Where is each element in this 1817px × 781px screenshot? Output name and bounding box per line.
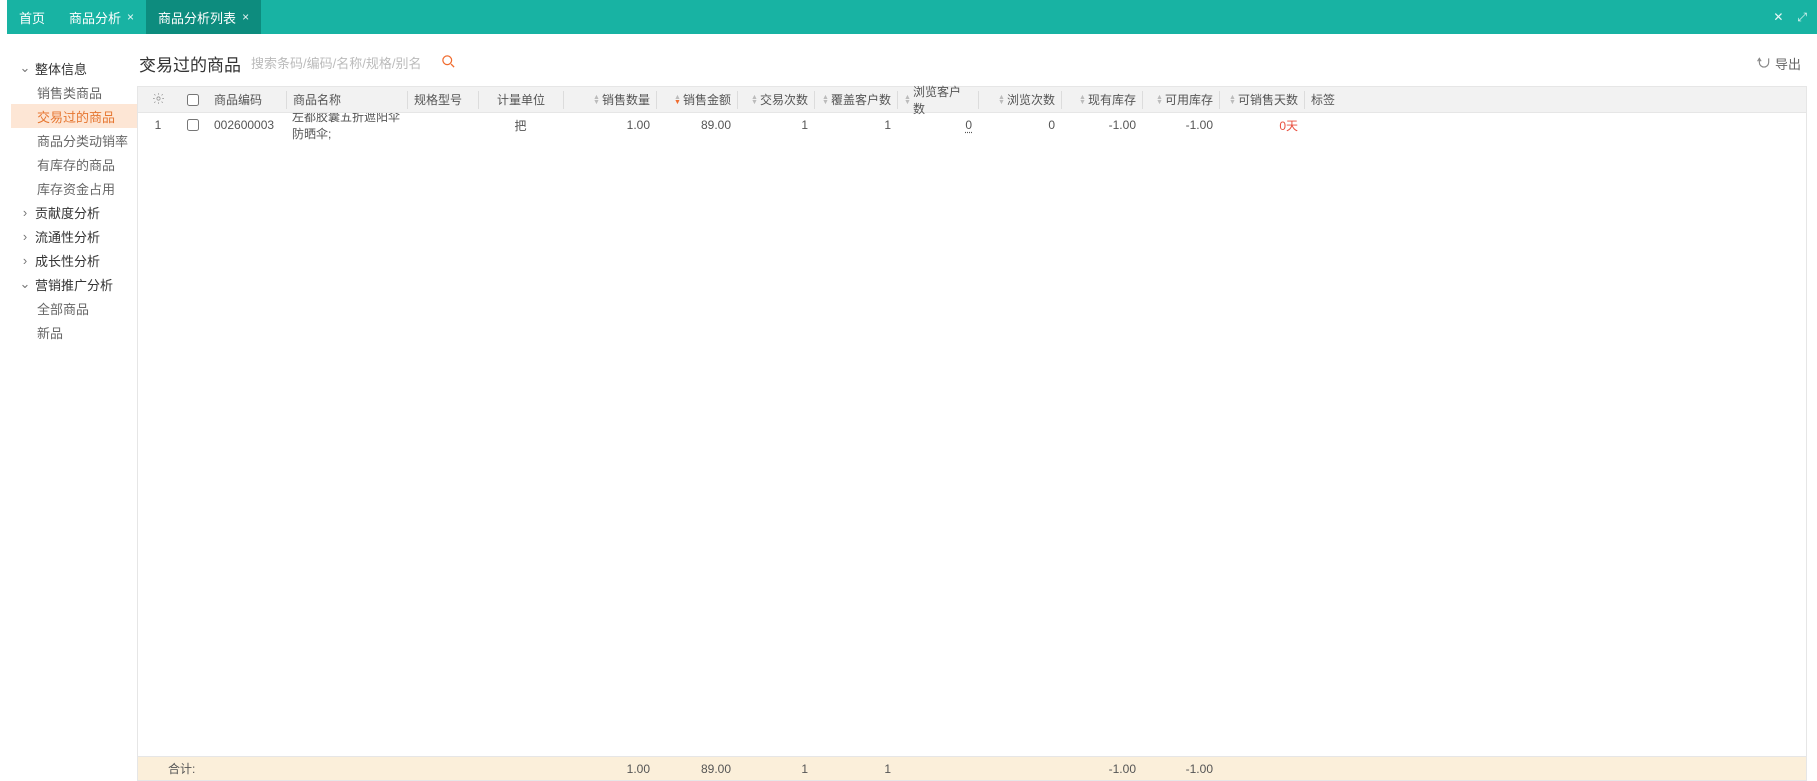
chevron-right-icon: › bbox=[19, 253, 31, 268]
cell-amt: 89.00 bbox=[656, 113, 737, 137]
fullscreen-icon[interactable]: ⤢ bbox=[1797, 10, 1809, 25]
top-tab-bar: 首页 商品分析 × 商品分析列表 × ✕ ⤢ bbox=[0, 0, 1817, 34]
search-icon[interactable] bbox=[441, 54, 456, 72]
sidebar-item-in-stock-goods[interactable]: 有库存的商品 bbox=[11, 152, 151, 176]
cell-days: 0天 bbox=[1219, 113, 1304, 137]
footer-avail: -1.00 bbox=[1142, 757, 1219, 780]
cell-avail: -1.00 bbox=[1142, 113, 1219, 137]
row-index: 1 bbox=[138, 113, 178, 137]
sidebar-item-label: 全部商品 bbox=[37, 299, 89, 318]
gear-icon[interactable] bbox=[152, 92, 165, 108]
chevron-right-icon: › bbox=[19, 229, 31, 244]
table-body: 1 002600003 左都胶囊五折遮阳伞防晒伞; 把 1.00 89.00 1… bbox=[138, 113, 1806, 756]
footer-views bbox=[978, 757, 1061, 780]
export-button[interactable]: 导出 bbox=[1751, 52, 1807, 75]
tab-product-analysis-list-label: 商品分析列表 bbox=[158, 8, 236, 27]
sidebar-group-contribution-label: 贡献度分析 bbox=[35, 203, 100, 222]
chevron-right-icon: › bbox=[19, 205, 31, 220]
cell-tags bbox=[1304, 113, 1806, 137]
select-all-checkbox[interactable] bbox=[187, 94, 199, 106]
page-title: 交易过的商品 bbox=[139, 51, 241, 76]
cell-txn: 1 bbox=[737, 113, 814, 137]
sidebar-item-stock-funds[interactable]: 库存资金占用 bbox=[11, 176, 151, 200]
col-spec[interactable]: 规格型号 bbox=[408, 87, 478, 112]
sidebar-item-label: 库存资金占用 bbox=[37, 179, 115, 198]
sidebar-group-marketing-label: 营销推广分析 bbox=[35, 275, 113, 294]
sidebar-item-label: 有库存的商品 bbox=[37, 155, 115, 174]
footer-vcus bbox=[897, 757, 978, 780]
sidebar-group-overall-label: 整体信息 bbox=[35, 59, 87, 78]
tab-home[interactable]: 首页 bbox=[7, 0, 57, 34]
sidebar-group-circulation[interactable]: › 流通性分析 bbox=[19, 224, 137, 248]
col-vcus[interactable]: ▲▼ 浏览客户数 bbox=[898, 87, 978, 112]
cell-stock: -1.00 bbox=[1061, 113, 1142, 137]
sidebar-item-label: 销售类商品 bbox=[37, 83, 102, 102]
sidebar-item-category-turnover[interactable]: 商品分类动销率 bbox=[11, 128, 151, 152]
sidebar-group-growth-label: 成长性分析 bbox=[35, 251, 100, 270]
cell-views: 0 bbox=[978, 113, 1061, 137]
footer-cus: 1 bbox=[814, 757, 897, 780]
close-icon[interactable]: × bbox=[242, 10, 249, 24]
sidebar-item-sales-goods[interactable]: 销售类商品 bbox=[11, 80, 151, 104]
col-avail[interactable]: ▲▼ 可用库存 bbox=[1143, 87, 1219, 112]
tab-home-label: 首页 bbox=[19, 8, 45, 27]
col-txn[interactable]: ▲▼ 交易次数 bbox=[738, 87, 814, 112]
footer-qty: 1.00 bbox=[563, 757, 656, 780]
sidebar-item-new-goods[interactable]: 新品 bbox=[11, 320, 151, 344]
sidebar-group-circulation-label: 流通性分析 bbox=[35, 227, 100, 246]
sidebar: ⌄ 整体信息 销售类商品 交易过的商品 商品分类动销率 有库存的商品 库存资金占… bbox=[7, 46, 137, 781]
export-label: 导出 bbox=[1775, 54, 1801, 73]
tab-product-analysis[interactable]: 商品分析 × bbox=[57, 0, 146, 34]
sidebar-group-contribution[interactable]: › 贡献度分析 bbox=[19, 200, 137, 224]
cell-qty: 1.00 bbox=[563, 113, 656, 137]
table-header: 商品编码 商品名称 规格型号 计量单位 ▲▼ 销售数量 ▲▼ 销售金额 bbox=[138, 87, 1806, 113]
close-all-tabs-icon[interactable]: ✕ bbox=[1773, 10, 1783, 24]
col-stock[interactable]: ▲▼ 现有库存 bbox=[1062, 87, 1142, 112]
cell-unit: 把 bbox=[478, 113, 563, 137]
sidebar-item-all-goods[interactable]: 全部商品 bbox=[11, 296, 151, 320]
footer-stock: -1.00 bbox=[1061, 757, 1142, 780]
sidebar-group-growth[interactable]: › 成长性分析 bbox=[19, 248, 137, 272]
cell-vcus[interactable]: 0 bbox=[897, 113, 978, 137]
sidebar-group-marketing[interactable]: ⌄ 营销推广分析 bbox=[19, 272, 137, 296]
table-footer: 合计: 1.00 89.00 1 1 -1.00 -1.00 bbox=[138, 756, 1806, 780]
cell-spec bbox=[407, 113, 478, 137]
cell-name: 左都胶囊五折遮阳伞防晒伞; bbox=[286, 113, 407, 137]
chevron-down-icon: ⌄ bbox=[19, 60, 31, 76]
tab-product-analysis-list[interactable]: 商品分析列表 × bbox=[146, 0, 261, 34]
col-name[interactable]: 商品名称 bbox=[287, 87, 407, 112]
col-days[interactable]: ▲▼ 可销售天数 bbox=[1220, 87, 1304, 112]
close-icon[interactable]: × bbox=[127, 10, 134, 24]
row-checkbox[interactable] bbox=[187, 119, 199, 131]
chevron-down-icon: ⌄ bbox=[19, 276, 31, 292]
content-area: 交易过的商品 导出 bbox=[137, 46, 1817, 781]
col-qty[interactable]: ▲▼ 销售数量 bbox=[564, 87, 656, 112]
sidebar-item-traded-goods[interactable]: 交易过的商品 bbox=[11, 104, 151, 128]
data-table: 商品编码 商品名称 规格型号 计量单位 ▲▼ 销售数量 ▲▼ 销售金额 bbox=[137, 86, 1807, 781]
footer-txn: 1 bbox=[737, 757, 814, 780]
footer-days bbox=[1219, 757, 1304, 780]
col-cus[interactable]: ▲▼ 覆盖客户数 bbox=[815, 87, 897, 112]
sidebar-item-label: 商品分类动销率 bbox=[37, 131, 128, 150]
footer-amt: 89.00 bbox=[656, 757, 737, 780]
sidebar-group-overall[interactable]: ⌄ 整体信息 bbox=[19, 56, 137, 80]
footer-label: 合计: bbox=[168, 757, 286, 780]
table-row[interactable]: 1 002600003 左都胶囊五折遮阳伞防晒伞; 把 1.00 89.00 1… bbox=[138, 113, 1806, 137]
search-input[interactable] bbox=[251, 56, 431, 71]
cell-cus: 1 bbox=[814, 113, 897, 137]
cell-code: 002600003 bbox=[208, 113, 286, 137]
col-unit[interactable]: 计量单位 bbox=[479, 87, 563, 112]
top-left-gutter bbox=[0, 0, 7, 34]
col-views[interactable]: ▲▼ 浏览次数 bbox=[979, 87, 1061, 112]
col-amt[interactable]: ▲▼ 销售金额 bbox=[657, 87, 737, 112]
sidebar-item-label: 交易过的商品 bbox=[37, 107, 115, 126]
sidebar-item-label: 新品 bbox=[37, 323, 63, 342]
col-code[interactable]: 商品编码 bbox=[208, 87, 286, 112]
tab-product-analysis-label: 商品分析 bbox=[69, 8, 121, 27]
col-tags[interactable]: 标签 bbox=[1305, 87, 1806, 112]
